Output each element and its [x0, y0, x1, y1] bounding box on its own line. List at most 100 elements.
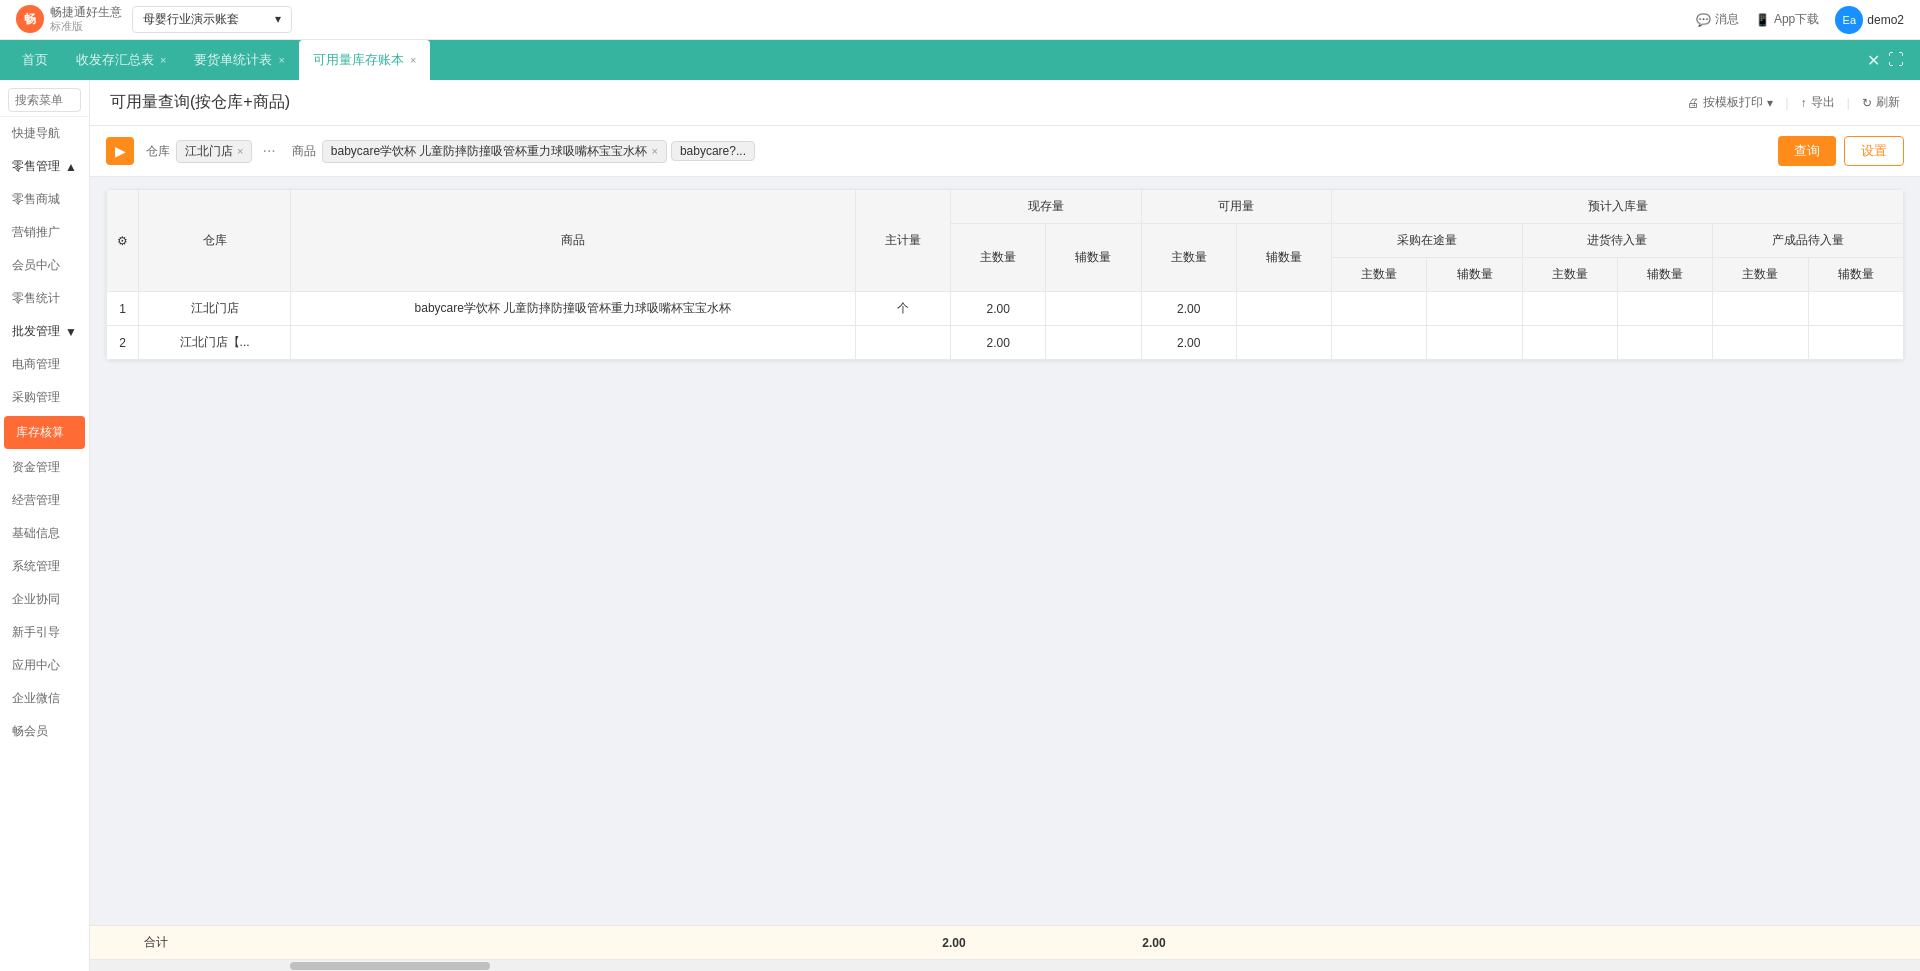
product-tag-2[interactable]: babycare?...	[671, 141, 755, 161]
summary-available-main: 2.00	[1104, 936, 1204, 950]
purchase-label: 采购管理	[12, 389, 60, 406]
tab-order-stats-close[interactable]: ×	[278, 55, 284, 66]
row1-warehouse: 江北门店	[139, 292, 291, 326]
purchase-transit-group-header: 采购在途量	[1332, 224, 1523, 258]
sidebar-item-retail-stats[interactable]: 零售统计	[0, 282, 89, 315]
chevron-down-icon-wholesale: ▼	[65, 325, 77, 339]
sidebar-item-finance[interactable]: 资金管理	[0, 451, 89, 484]
data-table: ⚙ 仓库 商品 主计量 现存量 可用量 预计入库量 主数量 辅数量 主数量 辅数…	[106, 189, 1904, 360]
tab-order-stats-label: 要货单统计表	[194, 51, 272, 69]
content-area: 可用量查询(按仓库+商品) 🖨 按模板打印 ▾ | ↑ 导出 | ↻ 刷新	[90, 80, 1920, 971]
search-input[interactable]	[8, 88, 81, 112]
sidebar-item-member-center[interactable]: 会员中心	[0, 249, 89, 282]
current-stock-group-header: 现存量	[951, 190, 1142, 224]
sidebar-item-system[interactable]: 系统管理	[0, 550, 89, 583]
tab-available-inventory[interactable]: 可用量库存账本 ×	[299, 40, 430, 80]
summary-current-main: 2.00	[904, 936, 1004, 950]
close-all-tabs-btn[interactable]: ✕	[1867, 51, 1880, 70]
table-settings-icon: ⚙	[117, 234, 128, 248]
sidebar-item-enterprise[interactable]: 企业协同	[0, 583, 89, 616]
row1-current-aux	[1046, 292, 1141, 326]
warehouse-tag[interactable]: 江北门店 ×	[176, 140, 252, 163]
sidebar-item-enterprise-wechat[interactable]: 企业微信	[0, 682, 89, 715]
filter-toggle-btn[interactable]: ▶	[106, 137, 134, 165]
tab-available-inventory-close[interactable]: ×	[410, 55, 416, 66]
sidebar-item-member[interactable]: 畅会员	[0, 715, 89, 748]
sidebar-item-ecommerce[interactable]: 电商管理	[0, 348, 89, 381]
row2-inbound-pending-main	[1522, 326, 1617, 360]
row2-warehouse: 江北门店【...	[139, 326, 291, 360]
tab-order-stats[interactable]: 要货单统计表 ×	[180, 40, 298, 80]
sidebar-item-new-guide[interactable]: 新手引导	[0, 616, 89, 649]
sidebar-item-purchase[interactable]: 采购管理	[0, 381, 89, 414]
operation-label: 经营管理	[12, 492, 60, 509]
sidebar-group-retail[interactable]: 零售管理 ▲	[0, 150, 89, 183]
product-filter-label: 商品	[292, 143, 316, 160]
warehouse-more-btn[interactable]: ···	[258, 142, 279, 160]
sidebar-item-operation[interactable]: 经营管理	[0, 484, 89, 517]
table-row: 1 江北门店 babycare学饮杯 儿童防摔防撞吸管杯重力球吸嘴杯宝宝水杯 个…	[107, 292, 1904, 326]
industry-label: 母婴行业演示账套	[143, 11, 239, 28]
sidebar-item-inventory[interactable]: 库存核算	[4, 416, 85, 449]
query-btn[interactable]: 查询	[1778, 136, 1836, 166]
scroll-thumb[interactable]	[290, 962, 490, 970]
product-tag-1-close[interactable]: ×	[651, 145, 657, 157]
logo-icon: 畅	[16, 5, 44, 33]
system-label: 系统管理	[12, 558, 60, 575]
page-title: 可用量查询(按仓库+商品)	[110, 92, 290, 113]
tab-home[interactable]: 首页	[8, 40, 62, 80]
row1-index: 1	[107, 292, 139, 326]
export-btn[interactable]: ↑ 导出	[1801, 94, 1835, 111]
settings-col-header[interactable]: ⚙	[107, 190, 139, 292]
sidebar-search-area	[0, 80, 89, 117]
sidebar-item-retail-mall[interactable]: 零售商城	[0, 183, 89, 216]
nav-tabs: 首页 收发存汇总表 × 要货单统计表 × 可用量库存账本 × ✕ ⛶	[0, 40, 1920, 80]
row1-purchase-transit-main	[1332, 292, 1427, 326]
warehouse-filter: 仓库 江北门店 × ···	[146, 140, 280, 163]
message-label: 消息	[1715, 11, 1739, 28]
app-download-action[interactable]: 📱 App下载	[1755, 11, 1819, 28]
warehouse-tag-text: 江北门店	[185, 143, 233, 160]
current-stock-aux-header: 辅数量	[1046, 224, 1141, 292]
template-print-btn[interactable]: 🖨 按模板打印 ▾	[1687, 94, 1773, 111]
nav-right-actions: ✕ ⛶	[1859, 40, 1912, 80]
refresh-icon: ↻	[1862, 96, 1872, 110]
chevron-down-icon-print: ▾	[1767, 96, 1773, 110]
row1-inbound-pending-main	[1522, 292, 1617, 326]
product-col-header: 商品	[291, 190, 856, 292]
settings-btn[interactable]: 设置	[1844, 136, 1904, 166]
inventory-label: 库存核算	[16, 424, 64, 441]
row2-product	[291, 326, 856, 360]
row1-inbound-pending-aux	[1617, 292, 1712, 326]
warehouse-tag-close[interactable]: ×	[237, 145, 243, 157]
message-action[interactable]: 💬 消息	[1696, 11, 1739, 28]
horizontal-scrollbar[interactable]	[90, 959, 1920, 971]
product-tag-group: babycare学饮杯 儿童防摔防撞吸管杯重力球吸嘴杯宝宝水杯 × babyca…	[322, 140, 755, 163]
sidebar-group-wholesale[interactable]: 批发管理 ▼	[0, 315, 89, 348]
row2-inbound-pending-aux	[1617, 326, 1712, 360]
product-tag-1[interactable]: babycare学饮杯 儿童防摔防撞吸管杯重力球吸嘴杯宝宝水杯 ×	[322, 140, 667, 163]
export-icon: ↑	[1801, 96, 1807, 110]
purchase-transit-main-header: 主数量	[1332, 258, 1427, 292]
product-pending-main-header: 主数量	[1713, 258, 1808, 292]
forecast-inbound-group-header: 预计入库量	[1332, 190, 1904, 224]
available-aux-header: 辅数量	[1236, 224, 1331, 292]
tab-receive-summary-close[interactable]: ×	[160, 55, 166, 66]
enterprise-wechat-label: 企业微信	[12, 690, 60, 707]
summary-label: 合计	[136, 934, 226, 951]
refresh-btn[interactable]: ↻ 刷新	[1862, 94, 1900, 111]
user-area[interactable]: Ea demo2	[1835, 6, 1904, 34]
tab-receive-summary[interactable]: 收发存汇总表 ×	[62, 40, 180, 80]
sidebar-item-marketing[interactable]: 营销推广	[0, 216, 89, 249]
finance-label: 资金管理	[12, 459, 60, 476]
sidebar-item-basic-info[interactable]: 基础信息	[0, 517, 89, 550]
top-bar: 畅 畅捷通好生意 标准版 母婴行业演示账套 ▾ 💬 消息 📱 App下载 Ea …	[0, 0, 1920, 40]
sidebar-item-quick-nav[interactable]: 快捷导航	[0, 117, 89, 150]
row1-unit: 个	[855, 292, 950, 326]
action-divider-2: |	[1847, 95, 1850, 110]
tab-receive-summary-label: 收发存汇总表	[76, 51, 154, 69]
row1-available-main: 2.00	[1141, 292, 1236, 326]
industry-selector[interactable]: 母婴行业演示账套 ▾	[132, 6, 292, 33]
expand-tabs-btn[interactable]: ⛶	[1888, 51, 1904, 69]
sidebar-item-app-center[interactable]: 应用中心	[0, 649, 89, 682]
